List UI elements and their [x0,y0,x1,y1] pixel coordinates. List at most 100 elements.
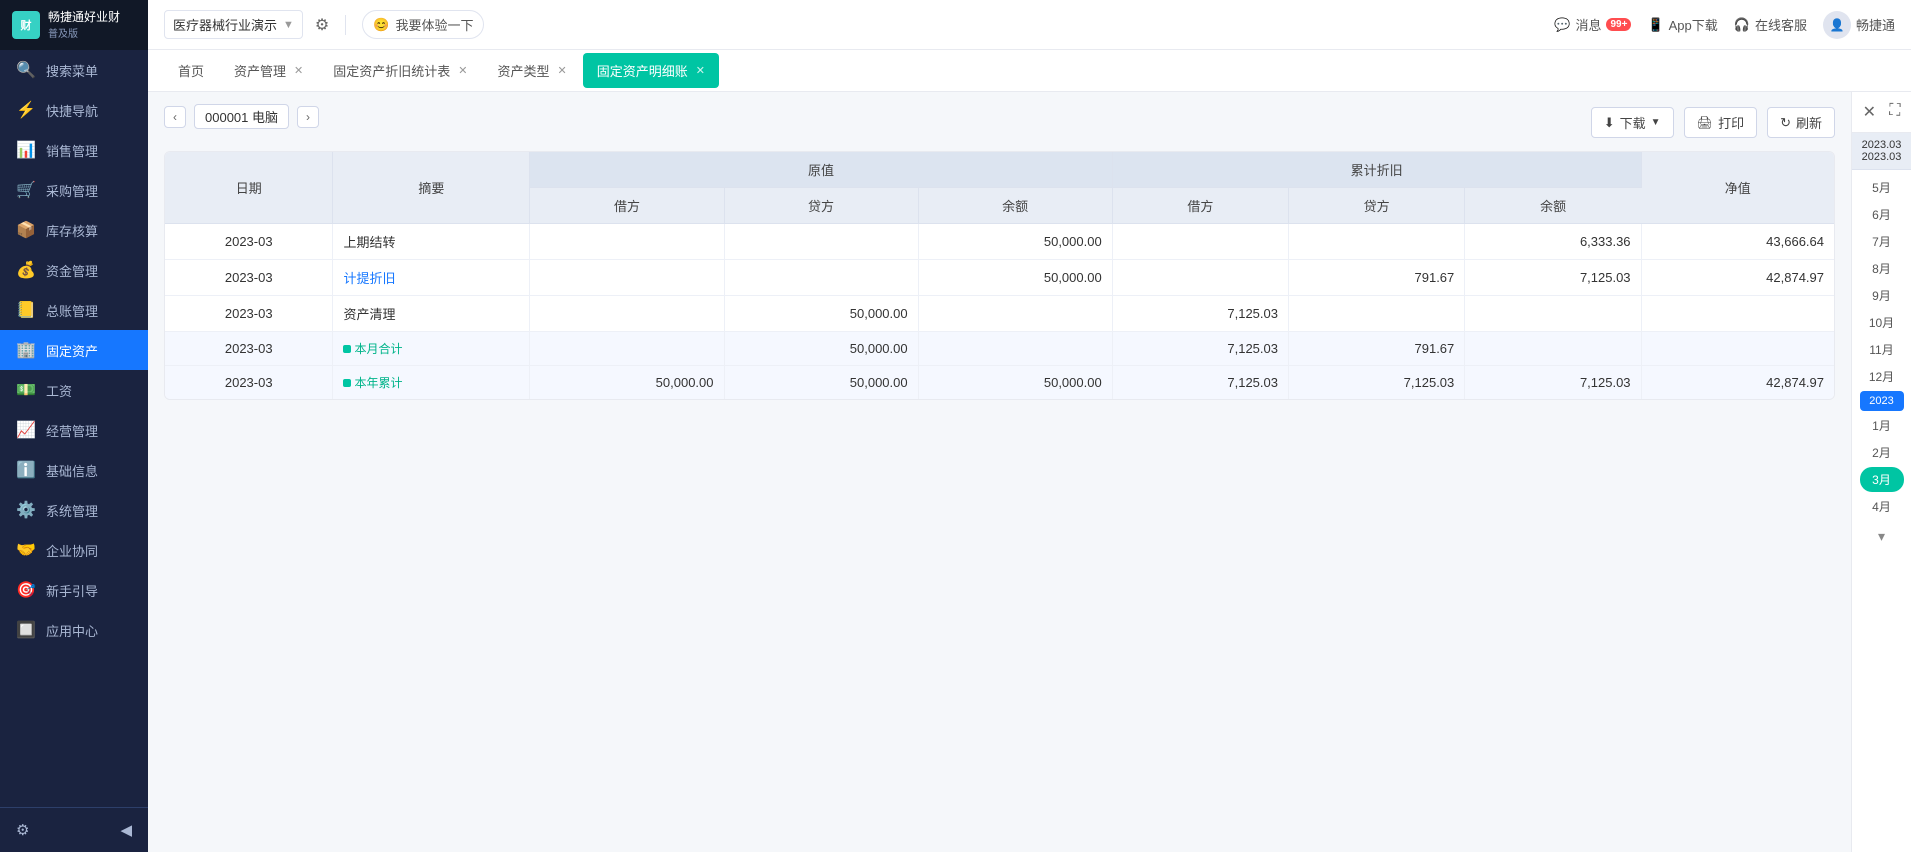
timeline-month-11月[interactable]: 11月 [1860,337,1904,362]
summary-badge: 本年累计 [343,374,402,391]
panel-close-icon[interactable]: ✕ [1857,96,1882,128]
panel-expand-icon[interactable]: ⛶ [1883,96,1906,128]
tab-asset-type[interactable]: 资产类型✕ [483,53,580,88]
settings-icon[interactable]: ⚙ [16,821,29,839]
timeline-month-6月[interactable]: 6月 [1860,202,1904,227]
td-ad-credit [1288,296,1464,332]
print-icon: 🖨 [1697,115,1714,131]
table-row: 2023-03 本年累计 50,000.00 50,000.00 50,000.… [165,366,1834,400]
tab-label-asset-manage: 资产管理 [234,61,286,80]
tab-home[interactable]: 首页 [164,53,218,88]
message-button[interactable]: 💬 消息 99+ [1554,15,1631,34]
badge-dot [343,379,351,387]
timeline-month-3月[interactable]: 3月 [1860,467,1904,492]
topbar-settings-icon[interactable]: ⚙ [315,15,329,35]
topbar-divider [345,15,346,35]
quick-nav-icon: ⚡ [16,100,36,120]
download-action-button[interactable]: ⬇ 下载 ▼ [1591,107,1674,138]
sidebar-label-operations: 经营管理 [46,421,98,440]
sidebar-item-fixed-assets[interactable]: 🏢 固定资产 [0,330,148,370]
refresh-label: 刷新 [1796,113,1822,132]
sidebar-item-ledger[interactable]: 📒 总账管理 [0,290,148,330]
td-ov-credit [724,260,918,296]
timeline-month-7月[interactable]: 7月 [1860,229,1904,254]
collapse-icon[interactable]: ◀ [120,821,132,839]
tab-close-depreciation-table[interactable]: ✕ [458,64,467,77]
sidebar-item-purchase[interactable]: 🛒 采购管理 [0,170,148,210]
company-name: 医疗器械行业演示 [173,15,277,34]
panel-controls: ✕ ⛶ [1852,92,1911,133]
sidebar-item-quick-nav[interactable]: ⚡ 快捷导航 [0,90,148,130]
td-ad-balance: 6,333.36 [1465,224,1641,260]
sidebar-label-ledger: 总账管理 [46,301,98,320]
td-ad-debit: 7,125.03 [1112,332,1288,366]
timeline-month-8月[interactable]: 8月 [1860,256,1904,281]
sidebar-item-search[interactable]: 🔍 搜索菜单 [0,50,148,90]
td-ad-balance [1465,332,1641,366]
prev-asset-button[interactable]: ‹ [164,106,186,128]
experience-button[interactable]: 😊 我要体验一下 [362,10,484,39]
tab-asset-manage[interactable]: 资产管理 ✕ [220,53,317,88]
timeline-year-2023[interactable]: 2023 [1860,391,1904,411]
tabs-bar: 首页资产管理✕固定资产折旧统计表✕资产类型✕固定资产明细账✕ [148,50,1911,92]
tab-close-asset-detail[interactable]: ✕ [696,64,705,77]
asset-navigation: ‹ 000001 电脑 › [164,104,319,129]
timeline-month-5月[interactable]: 5月 [1860,175,1904,200]
timeline-month-1月[interactable]: 1月 [1860,413,1904,438]
timeline-month-10月[interactable]: 10月 [1860,310,1904,335]
tab-label-depreciation-table: 固定资产折旧统计表 [333,61,450,80]
print-action-button[interactable]: 🖨 打印 [1684,107,1758,138]
td-ad-debit: 7,125.03 [1112,296,1288,332]
sidebar-label-quick-nav: 快捷导航 [46,101,98,120]
sidebar-item-collaboration[interactable]: 🤝 企业协同 [0,530,148,570]
refresh-action-button[interactable]: ↻ 刷新 [1767,107,1835,138]
timeline-arrows: ▾ [1878,524,1885,549]
sidebar-item-payroll[interactable]: 💵 工资 [0,370,148,410]
service-label: 在线客服 [1755,15,1807,34]
td-ov-credit: 50,000.00 [724,296,918,332]
tab-close-asset-type[interactable]: ✕ [558,64,567,77]
td-ad-credit: 7,125.03 [1288,366,1464,400]
timeline-month-4月[interactable]: 4月 [1860,494,1904,519]
td-date: 2023-03 [165,296,333,332]
desc-link[interactable]: 计提折旧 [343,271,395,286]
sidebar-item-operations[interactable]: 📈 经营管理 [0,410,148,450]
company-selector[interactable]: 医疗器械行业演示 ▼ [164,10,303,39]
timeline-down-icon[interactable]: ▾ [1878,528,1885,545]
td-net [1641,296,1834,332]
td-desc: 资产清理 [333,296,530,332]
app-name-block: 畅捷通好业财 普及版 [48,10,120,41]
table-row: 2023-03 上期结转 50,000.00 6,333.36 43,666.6… [165,224,1834,260]
sidebar-item-sales[interactable]: 📊 销售管理 [0,130,148,170]
timeline-month-9月[interactable]: 9月 [1860,283,1904,308]
timeline-month-2月[interactable]: 2月 [1860,440,1904,465]
th-ov-credit: 贷方 [724,188,918,224]
sidebar-item-capital[interactable]: 💰 资金管理 [0,250,148,290]
app-edition: 普及版 [48,25,120,40]
user-section[interactable]: 👤 畅捷通 [1823,11,1895,39]
td-desc: 本年累计 [333,366,530,400]
sidebar-label-capital: 资金管理 [46,261,98,280]
asset-name: 电脑 [252,110,278,125]
asset-code: 000001 [205,110,248,125]
service-button[interactable]: 🎧 在线客服 [1734,15,1807,34]
timeline-header-date1: 2023.03 [1862,139,1902,151]
sidebar-item-guide[interactable]: 🎯 新手引导 [0,570,148,610]
timeline-month-12月[interactable]: 12月 [1860,364,1904,389]
sidebar-item-basic-info[interactable]: ℹ️ 基础信息 [0,450,148,490]
tab-asset-detail[interactable]: 固定资产明细账✕ [583,53,719,88]
next-asset-button[interactable]: › [297,106,319,128]
tab-depreciation-table[interactable]: 固定资产折旧统计表 ✕ [319,53,481,88]
td-ov-balance: 50,000.00 [918,224,1112,260]
sidebar-item-system[interactable]: ⚙️ 系统管理 [0,490,148,530]
sidebar-item-inventory[interactable]: 📦 库存核算 [0,210,148,250]
download-button[interactable]: 📱 App下载 [1647,15,1717,34]
td-desc: 上期结转 [333,224,530,260]
th-ov-balance: 余额 [918,188,1112,224]
operations-icon: 📈 [16,420,36,440]
tab-close-asset-manage[interactable]: ✕ [294,64,303,77]
th-ad-credit: 贷方 [1288,188,1464,224]
td-ov-debit: 50,000.00 [530,366,724,400]
sidebar-item-app-center[interactable]: 🔲 应用中心 [0,610,148,650]
capital-icon: 💰 [16,260,36,280]
